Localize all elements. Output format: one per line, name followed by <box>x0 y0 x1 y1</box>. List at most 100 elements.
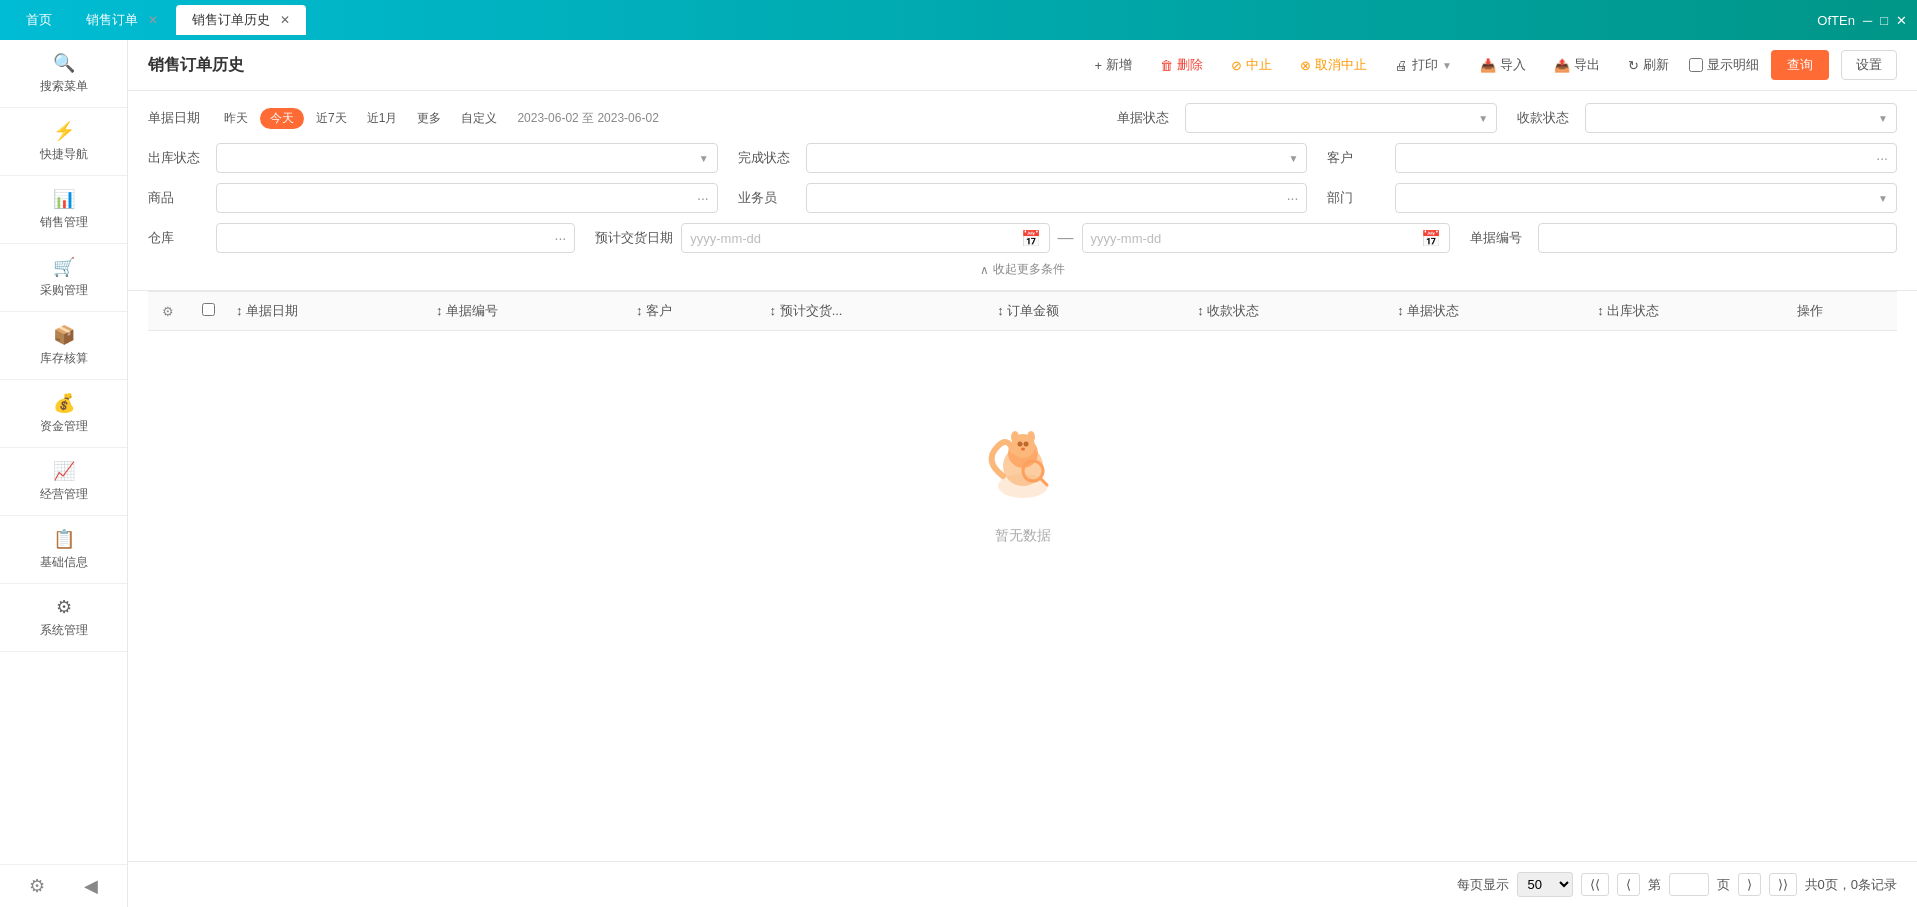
sidebar-item-inventory[interactable]: 📦 库存核算 <box>0 312 127 380</box>
current-page-input[interactable]: 1 <box>1669 873 1709 896</box>
import-button[interactable]: 📥 导入 <box>1472 52 1534 78</box>
doc-status-select[interactable]: ▼ <box>1185 103 1497 133</box>
tab-sales-order-history-close[interactable]: ✕ <box>280 13 290 27</box>
next-page-button[interactable]: ⟩ <box>1738 873 1761 896</box>
date-btn-7days[interactable]: 近7天 <box>308 108 355 129</box>
empty-state: 暂无数据 <box>148 331 1897 625</box>
department-arrow: ▼ <box>1878 193 1888 204</box>
setting-button[interactable]: 设置 <box>1841 50 1897 80</box>
quicknav-icon: ⚡ <box>53 120 75 142</box>
table-header-payment-status[interactable]: ↕ 收款状态 <box>1189 292 1389 331</box>
filter-row-2: 出库状态 ▼ 完成状态 ▼ 客户 <box>148 143 1897 173</box>
prev-page-button[interactable]: ⟨ <box>1617 873 1640 896</box>
tab-sales-order[interactable]: 销售订单 ✕ <box>70 5 174 35</box>
date-btn-custom[interactable]: 自定义 <box>453 108 505 129</box>
sidebar-item-search[interactable]: 🔍 搜索菜单 <box>0 40 127 108</box>
display-detail-label: 显示明细 <box>1707 56 1759 74</box>
table-header-doc-status[interactable]: ↕ 单据状态 <box>1389 292 1589 331</box>
calendar-start-icon[interactable]: 📅 <box>1021 229 1041 248</box>
page-title: 销售订单历史 <box>148 55 244 76</box>
doc-number-input[interactable] <box>1538 223 1897 253</box>
export-button[interactable]: 📤 导出 <box>1546 52 1608 78</box>
system-icon: ⚙ <box>56 596 72 618</box>
table-header-delivery-date[interactable]: ↕ 预计交货... <box>762 292 990 331</box>
delete-button[interactable]: 🗑 删除 <box>1152 52 1211 78</box>
window-close-btn[interactable]: ✕ <box>1896 13 1907 28</box>
product-label: 商品 <box>148 189 208 207</box>
table-header-outbound-status-label: ↕ 出库状态 <box>1597 303 1659 318</box>
table-header-doc-number[interactable]: ↕ 单据编号 <box>428 292 628 331</box>
first-page-button[interactable]: ⟨⟨ <box>1581 873 1609 896</box>
filter-item-doc-status: 单据状态 ▼ <box>1117 103 1497 133</box>
print-label: 打印 <box>1412 56 1438 74</box>
table-header-customer[interactable]: ↕ 客户 <box>628 292 761 331</box>
tab-sales-order-close[interactable]: ✕ <box>148 13 158 27</box>
select-all-checkbox[interactable] <box>202 303 215 316</box>
query-button[interactable]: 查询 <box>1771 50 1829 80</box>
window-min-btn[interactable]: ─ <box>1863 13 1872 28</box>
salesperson-input[interactable]: ··· <box>806 183 1308 213</box>
stop-button[interactable]: ⊘ 中止 <box>1223 52 1280 78</box>
warehouse-input[interactable]: ··· <box>216 223 575 253</box>
payment-status-select[interactable]: ▼ <box>1585 103 1897 133</box>
main-layout: 🔍 搜索菜单 ⚡ 快捷导航 📊 销售管理 🛒 采购管理 📦 库存核算 💰 资金管… <box>0 40 1917 907</box>
collapse-bar[interactable]: ∧ 收起更多条件 <box>148 257 1897 278</box>
sidebar-item-purchase[interactable]: 🛒 采购管理 <box>0 244 127 312</box>
page-size-select[interactable]: 50 20 100 <box>1517 872 1573 897</box>
display-detail-checkbox[interactable] <box>1689 58 1703 72</box>
calendar-end-icon[interactable]: 📅 <box>1421 229 1441 248</box>
empty-state-text: 暂无数据 <box>995 527 1051 545</box>
refresh-icon: ↻ <box>1628 58 1639 73</box>
date-btn-yesterday[interactable]: 昨天 <box>216 108 256 129</box>
page-header: 销售订单历史 + 新增 🗑 删除 ⊘ 中止 ⊗ 取消中止 <box>128 40 1917 91</box>
tab-sales-order-history[interactable]: 销售订单历史 ✕ <box>176 5 306 35</box>
filter-item-warehouse: 仓库 ··· <box>148 223 575 253</box>
tab-home[interactable]: 首页 <box>10 5 68 35</box>
delivery-date-end[interactable]: yyyy-mm-dd 📅 <box>1082 223 1450 253</box>
sidebar-item-sales[interactable]: 📊 销售管理 <box>0 176 127 244</box>
stop-label: 中止 <box>1246 56 1272 74</box>
search-menu-icon: 🔍 <box>53 52 75 74</box>
refresh-button[interactable]: ↻ 刷新 <box>1620 52 1677 78</box>
collapse-label: 收起更多条件 <box>993 261 1065 278</box>
date-btn-1month[interactable]: 近1月 <box>359 108 406 129</box>
window-max-btn[interactable]: □ <box>1880 13 1888 28</box>
sidebar-item-basic-info[interactable]: 📋 基础信息 <box>0 516 127 584</box>
print-button[interactable]: 🖨 打印 ▼ <box>1387 52 1460 78</box>
delivery-date-start[interactable]: yyyy-mm-dd 📅 <box>681 223 1049 253</box>
sidebar-item-system[interactable]: ⚙ 系统管理 <box>0 584 127 652</box>
department-select[interactable]: ▼ <box>1395 183 1897 213</box>
product-dots-icon: ··· <box>697 190 709 206</box>
outbound-status-select[interactable]: ▼ <box>216 143 718 173</box>
sidebar-item-finance[interactable]: 💰 资金管理 <box>0 380 127 448</box>
table-header-order-amount[interactable]: ↕ 订单金额 <box>989 292 1189 331</box>
cancel-stop-button[interactable]: ⊗ 取消中止 <box>1292 52 1375 78</box>
display-detail-toggle[interactable]: 显示明细 <box>1689 56 1759 74</box>
collapse-sidebar-icon[interactable]: ◀ <box>84 875 98 897</box>
table-header-doc-date-label: ↕ 单据日期 <box>236 303 298 318</box>
delete-label: 删除 <box>1177 56 1203 74</box>
table-header-settings[interactable]: ⚙ <box>148 292 188 331</box>
table-header-outbound-status[interactable]: ↕ 出库状态 <box>1589 292 1789 331</box>
table-settings-icon[interactable]: ⚙ <box>162 304 174 319</box>
customer-input[interactable]: ··· <box>1395 143 1897 173</box>
product-input[interactable]: ··· <box>216 183 718 213</box>
sidebar: 🔍 搜索菜单 ⚡ 快捷导航 📊 销售管理 🛒 采购管理 📦 库存核算 💰 资金管… <box>0 40 128 907</box>
table-header-doc-date[interactable]: ↕ 单据日期 <box>228 292 428 331</box>
sidebar-item-operations[interactable]: 📈 经营管理 <box>0 448 127 516</box>
doc-number-label: 单据编号 <box>1470 229 1530 247</box>
department-label: 部门 <box>1327 189 1387 207</box>
complete-status-select[interactable]: ▼ <box>806 143 1308 173</box>
tab-sales-order-label: 销售订单 <box>86 11 138 29</box>
last-page-button[interactable]: ⟩⟩ <box>1769 873 1797 896</box>
date-btn-today[interactable]: 今天 <box>260 108 304 129</box>
settings-gear-icon[interactable]: ⚙ <box>29 875 45 897</box>
filter-row-4: 仓库 ··· 预计交货日期 yyyy-mm-dd 📅 — <box>148 223 1897 253</box>
date-btn-more[interactable]: 更多 <box>409 108 449 129</box>
sidebar-item-quicknav[interactable]: ⚡ 快捷导航 <box>0 108 127 176</box>
table-header-checkbox[interactable] <box>188 292 228 331</box>
doc-status-label: 单据状态 <box>1117 109 1177 127</box>
new-button[interactable]: + 新增 <box>1087 52 1141 78</box>
page-size-label: 每页显示 <box>1457 876 1509 894</box>
table-header-row: ⚙ ↕ 单据日期 ↕ 单据编号 ↕ 客户 <box>148 292 1897 331</box>
